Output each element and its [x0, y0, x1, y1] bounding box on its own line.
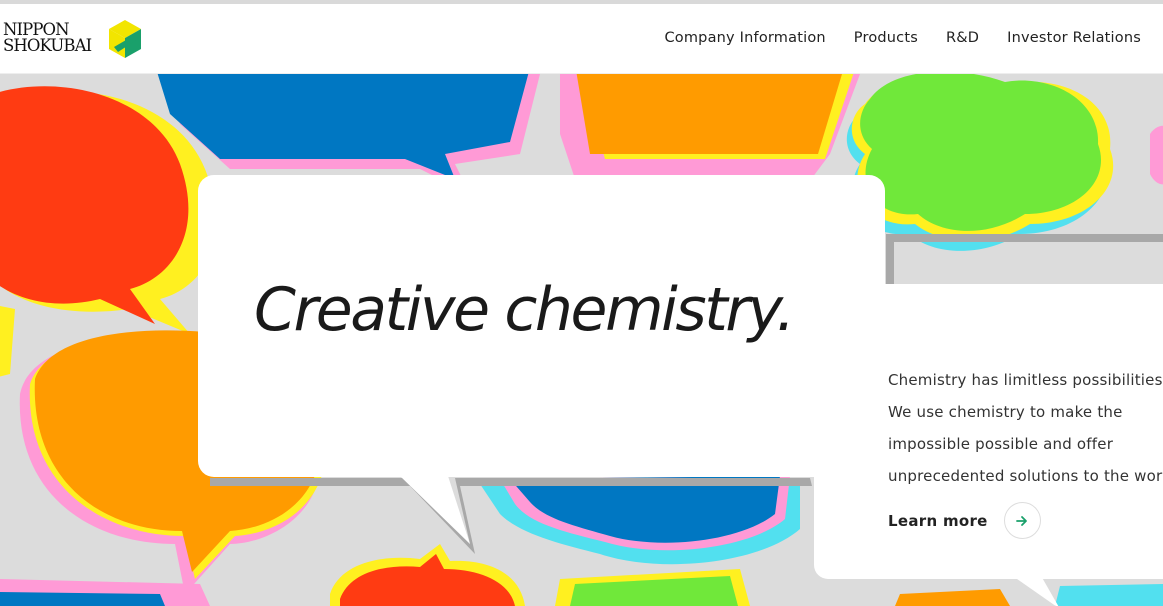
description-line: We use chemistry to make the	[888, 403, 1123, 421]
hero-headline-card: Creative chemistry.	[198, 175, 885, 477]
learn-more-button[interactable]	[1003, 502, 1041, 539]
nav-company-information[interactable]: Company Information	[664, 30, 825, 46]
nav-rnd[interactable]: R&D	[946, 30, 979, 46]
learn-more-label: Learn more	[888, 511, 988, 530]
hero-description-card: Chemistry has limitless possibilities. W…	[814, 284, 1163, 579]
hero-description: Chemistry has limitless possibilities. W…	[888, 364, 1163, 492]
hero-section: Creative chemistry. Chemistry has limitl…	[0, 74, 1163, 606]
description-line: Chemistry has limitless possibilities.	[888, 371, 1163, 389]
description-line: impossible possible and offer	[888, 435, 1114, 453]
logo-wordmark: NIPPON SHOKUBAI	[3, 21, 107, 55]
arrow-right-icon	[1016, 515, 1028, 526]
site-header: NIPPON SHOKUBAI Company Information Prod…	[0, 4, 1163, 74]
nav-products[interactable]: Products	[854, 30, 918, 46]
nav-investor-relations[interactable]: Investor Relations	[1007, 30, 1141, 46]
description-line: unprecedented solutions to the world.	[888, 467, 1163, 485]
hero-headline: Creative chemistry.	[254, 275, 795, 345]
logo-line-2: SHOKUBAI	[3, 36, 92, 55]
logo-cube-icon	[109, 20, 141, 58]
main-nav: Company Information Products R&D Investo…	[636, 30, 1141, 46]
learn-more-link[interactable]: Learn more	[888, 502, 1041, 539]
